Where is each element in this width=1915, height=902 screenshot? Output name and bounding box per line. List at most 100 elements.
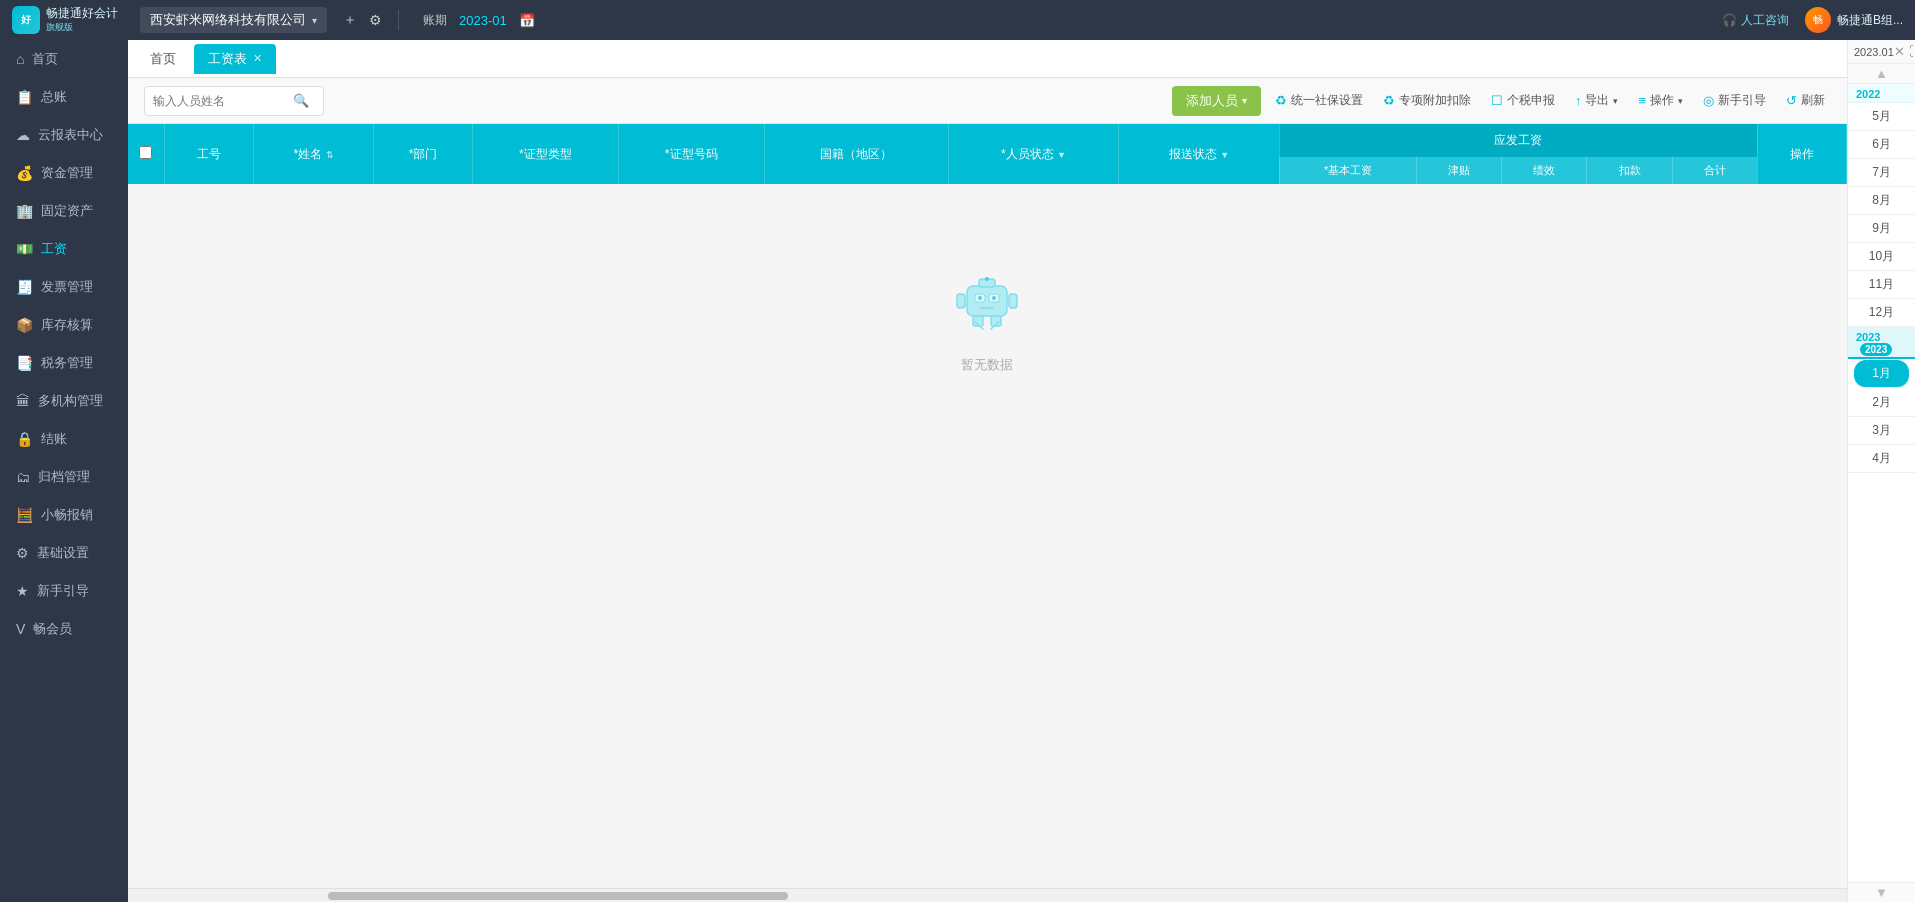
sidebar-item-member[interactable]: V 畅会员: [0, 610, 128, 648]
cal-month-2023-03[interactable]: 3月: [1848, 417, 1915, 445]
cal-month-2023-02[interactable]: 2月: [1848, 389, 1915, 417]
scroll-thumb[interactable]: [328, 892, 788, 900]
add-person-label: 添加人员: [1186, 92, 1238, 110]
cal-month-2022-08[interactable]: 8月: [1848, 187, 1915, 215]
member-icon: V: [16, 621, 25, 637]
social-security-label: 统一社保设置: [1291, 92, 1363, 109]
cal-month-2022-10[interactable]: 10月: [1848, 243, 1915, 271]
personal-tax-btn[interactable]: ☐ 个税申报: [1485, 86, 1561, 116]
expense-icon: 🧮: [16, 507, 33, 523]
cal-month-2023-04[interactable]: 4月: [1848, 445, 1915, 473]
sidebar-item-fixed-assets[interactable]: 🏢 固定资产: [0, 192, 128, 230]
sidebar-item-inventory[interactable]: 📦 库存核算: [0, 306, 128, 344]
sidebar-item-general-ledger[interactable]: 📋 总账: [0, 78, 128, 116]
sidebar-item-invoice[interactable]: 🧾 发票管理: [0, 268, 128, 306]
sidebar-label-expense: 小畅报销: [41, 506, 93, 524]
operations-icon: ≡: [1638, 93, 1646, 108]
sidebar-item-cloud-reports[interactable]: ☁ 云报表中心: [0, 116, 128, 154]
top-header: 好 畅捷通好会计 旗舰版 西安虾米网络科技有限公司 ▾ ＋ ⚙ 账期 2023-…: [0, 0, 1915, 40]
cal-month-2022-06[interactable]: 6月: [1848, 131, 1915, 159]
export-icon: ↑: [1575, 93, 1582, 108]
sidebar-item-closing[interactable]: 🔒 结账: [0, 420, 128, 458]
operations-label: 操作: [1650, 92, 1674, 109]
cal-year-2022: 2022: [1848, 84, 1915, 103]
th-allowance: 津贴: [1417, 157, 1502, 184]
sidebar-item-home[interactable]: ⌂ 首页: [0, 40, 128, 78]
settings-icon[interactable]: ⚙: [369, 12, 382, 28]
cal-expand-btn[interactable]: ⛶: [1909, 44, 1915, 59]
tab-close-icon[interactable]: ✕: [253, 52, 262, 65]
guide-btn[interactable]: ◎ 新手引导: [1697, 86, 1772, 116]
fixed-assets-icon: 🏢: [16, 203, 33, 219]
sidebar-item-multi-org[interactable]: 🏛 多机构管理: [0, 382, 128, 420]
tab-home[interactable]: 首页: [136, 44, 190, 74]
th-performance: 绩效: [1502, 157, 1587, 184]
cal-months: 2022 5月 6月 7月 8月 9月 10月 11月 12月 2023 202…: [1848, 84, 1915, 882]
social-security-btn[interactable]: ♻ 统一社保设置: [1269, 86, 1369, 116]
filter-report-icon[interactable]: ▼: [1220, 150, 1229, 160]
select-all-checkbox[interactable]: [139, 146, 152, 159]
filter-status-icon[interactable]: ▼: [1057, 150, 1066, 160]
cal-scroll-up-btn[interactable]: ▲: [1848, 64, 1915, 84]
period-value[interactable]: 2023-01: [459, 13, 507, 28]
search-input[interactable]: [153, 94, 293, 108]
th-report-status: 报送状态 ▼: [1119, 124, 1280, 184]
th-nation: 国籍（地区）: [764, 124, 948, 184]
divider: [398, 10, 399, 30]
cal-period-label: 2023.01: [1854, 46, 1894, 58]
tab-salary[interactable]: 工资表 ✕: [194, 44, 276, 74]
add-company-btn[interactable]: ＋: [343, 11, 357, 29]
operations-btn[interactable]: ≡ 操作 ▾: [1632, 86, 1689, 116]
sidebar-label-multi-org: 多机构管理: [38, 392, 103, 410]
th-dept: *部门: [374, 124, 472, 184]
company-name: 西安虾米网络科技有限公司: [150, 11, 306, 29]
cal-scroll-down-btn[interactable]: ▼: [1848, 882, 1915, 902]
sidebar-item-archive[interactable]: 🗂 归档管理: [0, 458, 128, 496]
cal-month-2022-07[interactable]: 7月: [1848, 159, 1915, 187]
cal-month-2022-09[interactable]: 9月: [1848, 215, 1915, 243]
sidebar-item-funds[interactable]: 💰 资金管理: [0, 154, 128, 192]
sidebar-item-salary[interactable]: 💵 工资: [0, 230, 128, 268]
empty-state: 暂无数据: [128, 184, 1847, 454]
sidebar-label-closing: 结账: [41, 430, 67, 448]
refresh-btn[interactable]: ↺ 刷新: [1780, 86, 1831, 116]
sidebar-item-expense[interactable]: 🧮 小畅报销: [0, 496, 128, 534]
tax-deduct-label: 专项附加扣除: [1399, 92, 1471, 109]
calendar-icon[interactable]: 📅: [519, 13, 535, 28]
period-label: 账期: [423, 12, 447, 29]
export-btn[interactable]: ↑ 导出 ▾: [1569, 86, 1625, 116]
cal-close-btn[interactable]: ✕: [1894, 44, 1905, 59]
sidebar-label-guide: 新手引导: [37, 582, 89, 600]
company-selector[interactable]: 西安虾米网络科技有限公司 ▾: [140, 7, 327, 33]
th-salary-group: 应发工资: [1279, 124, 1757, 157]
th-emp-no: 工号: [164, 124, 253, 184]
add-person-button[interactable]: 添加人员 ▾: [1172, 86, 1261, 116]
export-dropdown-icon: ▾: [1613, 96, 1618, 106]
sidebar-item-guide[interactable]: ★ 新手引导: [0, 572, 128, 610]
sidebar-label-home: 首页: [32, 50, 58, 68]
salary-table: 工号 *姓名 ⇅ *部门 *证型类型 *证型号码: [128, 124, 1847, 454]
support-btn[interactable]: 🎧 人工咨询: [1722, 12, 1789, 29]
closing-icon: 🔒: [16, 431, 33, 447]
tax-deduct-btn[interactable]: ♻ 专项附加扣除: [1377, 86, 1477, 116]
cal-month-2022-12[interactable]: 12月: [1848, 299, 1915, 327]
th-checkbox[interactable]: [128, 124, 164, 184]
guide-toolbar-icon: ◎: [1703, 93, 1714, 108]
sidebar-item-tax[interactable]: 📑 税务管理: [0, 344, 128, 382]
sidebar-label-cloud-reports: 云报表中心: [38, 126, 103, 144]
th-id-no: *证型号码: [618, 124, 764, 184]
cal-month-2023-01[interactable]: 1月: [1854, 360, 1909, 388]
cal-month-2022-11[interactable]: 11月: [1848, 271, 1915, 299]
guide-icon: ★: [16, 583, 29, 599]
sidebar-item-settings[interactable]: ⚙ 基础设置: [0, 534, 128, 572]
inventory-icon: 📦: [16, 317, 33, 333]
cal-month-2022-05[interactable]: 5月: [1848, 103, 1915, 131]
th-id-type: *证型类型: [472, 124, 618, 184]
empty-text: 暂无数据: [961, 356, 1013, 374]
sidebar-label-funds: 资金管理: [41, 164, 93, 182]
sidebar-label-inventory: 库存核算: [41, 316, 93, 334]
sort-name-icon[interactable]: ⇅: [326, 150, 334, 160]
tab-home-label: 首页: [150, 50, 176, 68]
user-area[interactable]: 畅 畅捷通B组...: [1805, 7, 1903, 33]
cal-year-2023: 2023 2023: [1848, 327, 1915, 359]
